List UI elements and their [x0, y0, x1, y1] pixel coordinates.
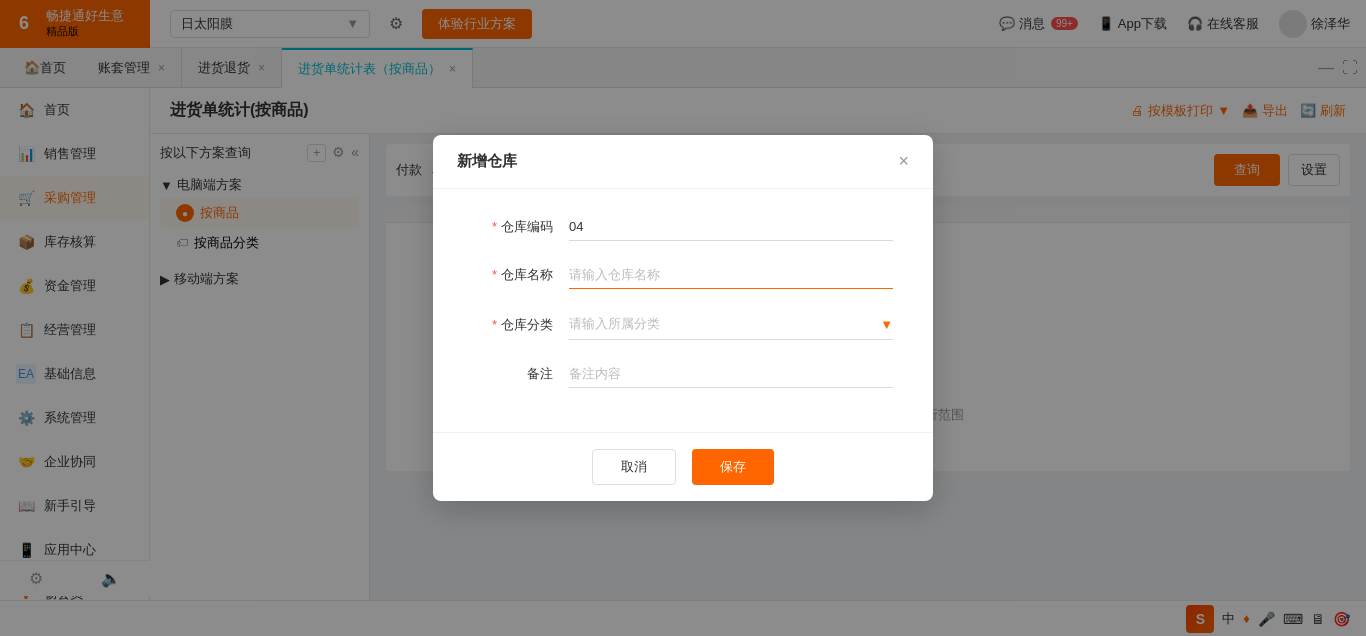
form-row-category: 仓库分类 请输入所属分类 ▼	[473, 309, 893, 340]
form-row-code: 仓库编码	[473, 213, 893, 241]
form-row-remark: 备注	[473, 360, 893, 388]
modal-overlay: 新增仓库 × 仓库编码 仓库名称 仓库分类 请输入所属分类 ▼	[0, 0, 1366, 636]
warehouse-code-input[interactable]	[569, 213, 893, 241]
save-button[interactable]: 保存	[692, 449, 774, 485]
modal-header: 新增仓库 ×	[433, 135, 933, 189]
warehouse-category-placeholder: 请输入所属分类	[569, 315, 660, 333]
warehouse-name-label: 仓库名称	[473, 266, 553, 284]
warehouse-category-select[interactable]: 请输入所属分类 ▼	[569, 309, 893, 340]
remark-input[interactable]	[569, 360, 893, 388]
modal-footer: 取消 保存	[433, 432, 933, 501]
modal-body: 仓库编码 仓库名称 仓库分类 请输入所属分类 ▼ 备注	[433, 189, 933, 432]
warehouse-name-input[interactable]	[569, 261, 893, 289]
new-warehouse-modal: 新增仓库 × 仓库编码 仓库名称 仓库分类 请输入所属分类 ▼	[433, 135, 933, 501]
warehouse-category-arrow-icon: ▼	[880, 317, 893, 332]
warehouse-code-label: 仓库编码	[473, 218, 553, 236]
modal-close-icon[interactable]: ×	[898, 151, 909, 172]
warehouse-category-label: 仓库分类	[473, 316, 553, 334]
cancel-button[interactable]: 取消	[592, 449, 676, 485]
modal-title: 新增仓库	[457, 152, 517, 171]
form-row-name: 仓库名称	[473, 261, 893, 289]
remark-label: 备注	[473, 365, 553, 383]
